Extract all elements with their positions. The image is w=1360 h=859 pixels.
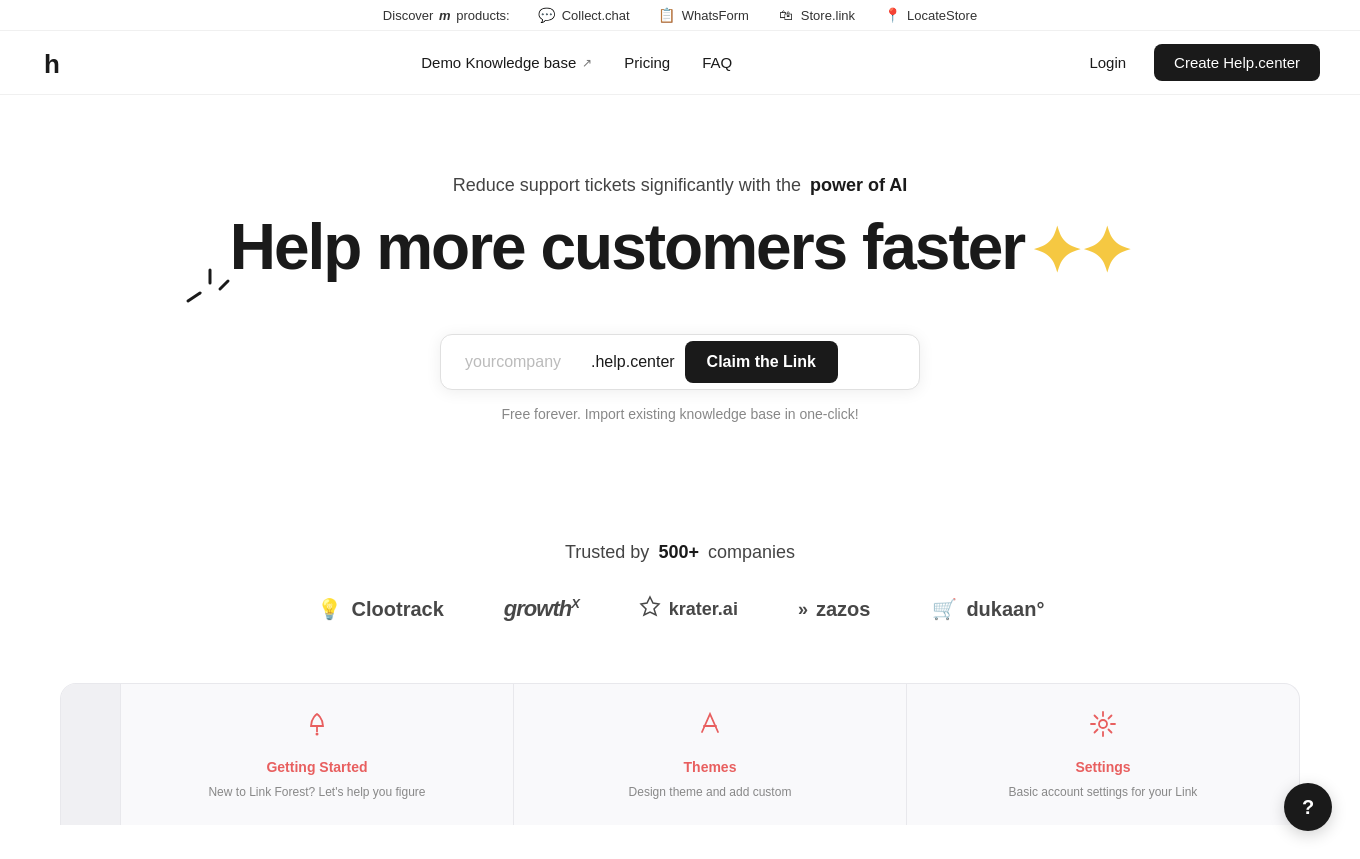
svg-text:h: h [44,49,59,79]
topbar: Discover m products: 💬 Collect.chat 📋 Wh… [0,0,1360,31]
store-link-icon: 🛍 [777,6,795,24]
nav-faq[interactable]: FAQ [702,54,732,71]
logo-growthx: growthX [504,596,579,622]
sparkle-icon: ✦✦ [1030,218,1130,286]
dukaan-icon: 🛒 [930,595,958,623]
preview-card: Getting Started New to Link Forest? Let'… [60,683,1300,825]
url-suffix: .help.center [591,353,675,371]
themes-svg [694,708,726,740]
hero-section: Reduce support tickets significantly wit… [0,95,1360,482]
topbar-collect-chat[interactable]: 💬 Collect.chat [538,6,630,24]
topbar-locate-store[interactable]: 📍 LocateStore [883,6,977,24]
nav-demo-knowledge-base[interactable]: Demo Knowledge base ↗ [421,54,592,71]
url-form-container: .help.center Claim the Link Free forever… [40,334,1320,422]
getting-started-desc: New to Link Forest? Let's help you figur… [208,783,425,801]
url-form: .help.center Claim the Link [440,334,920,390]
preview-col-settings: Settings Basic account settings for your… [907,684,1299,825]
svg-point-6 [316,733,319,736]
logo-dukaan: 🛒 dukaan° [930,595,1044,623]
krater-svg [639,595,661,617]
preview-sidebar [61,684,121,825]
nav-pricing[interactable]: Pricing [624,54,670,71]
topbar-whatsform[interactable]: 📋 WhatsForm [658,6,749,24]
m-logo: m [439,8,451,23]
topbar-store-link[interactable]: 🛍 Store.link [777,6,855,24]
hero-footnote: Free forever. Import existing knowledge … [501,406,858,422]
help-button[interactable]: ? [1284,783,1332,825]
settings-svg [1087,708,1119,740]
locate-store-icon: 📍 [883,6,901,24]
preview-section: Getting Started New to Link Forest? Let'… [0,663,1360,825]
logo-zazos: » zazos [798,598,870,621]
preview-col-getting-started: Getting Started New to Link Forest? Let'… [121,684,514,825]
clootrack-icon: 💡 [316,595,344,623]
discover-text: Discover m products: [383,8,510,23]
zazos-icon: » [798,599,808,620]
whatsform-icon: 📋 [658,6,676,24]
logo-svg: h [40,45,76,81]
nav-right: Login Create Help.center [1077,44,1320,81]
svg-line-2 [220,281,228,289]
login-button[interactable]: Login [1077,46,1138,79]
external-link-icon: ↗ [582,56,592,70]
themes-desc: Design theme and add custom [629,783,792,801]
settings-desc: Basic account settings for your Link [1009,783,1198,801]
settings-icon [1087,708,1119,747]
svg-point-7 [1099,720,1107,728]
hero-subtitle: Reduce support tickets significantly wit… [40,175,1320,196]
settings-title: Settings [1075,759,1130,775]
logo-krater: krater.ai [639,595,738,623]
themes-icon [694,708,726,747]
logo[interactable]: h [40,45,76,81]
trusted-section: Trusted by 500+ companies 💡 Clootrack gr… [0,482,1360,663]
krater-icon [639,595,661,623]
nav-center: Demo Knowledge base ↗ Pricing FAQ [421,54,732,71]
logo-clootrack: 💡 Clootrack [316,595,444,623]
create-button[interactable]: Create Help.center [1154,44,1320,81]
deco-lines [180,265,240,325]
navbar: h Demo Knowledge base ↗ Pricing FAQ Logi… [0,31,1360,95]
preview-col-themes: Themes Design theme and add custom [514,684,907,825]
collect-chat-icon: 💬 [538,6,556,24]
logos-row: 💡 Clootrack growthX krater.ai » zazos 🛒 … [40,595,1320,623]
getting-started-icon [301,708,333,747]
themes-title: Themes [684,759,737,775]
svg-marker-4 [641,597,659,615]
trusted-text: Trusted by 500+ companies [40,542,1320,563]
getting-started-svg [301,708,333,740]
svg-line-3 [188,293,200,301]
getting-started-title: Getting Started [266,759,367,775]
company-input[interactable] [461,353,591,371]
claim-button[interactable]: Claim the Link [685,341,838,383]
deco-svg [180,265,240,325]
